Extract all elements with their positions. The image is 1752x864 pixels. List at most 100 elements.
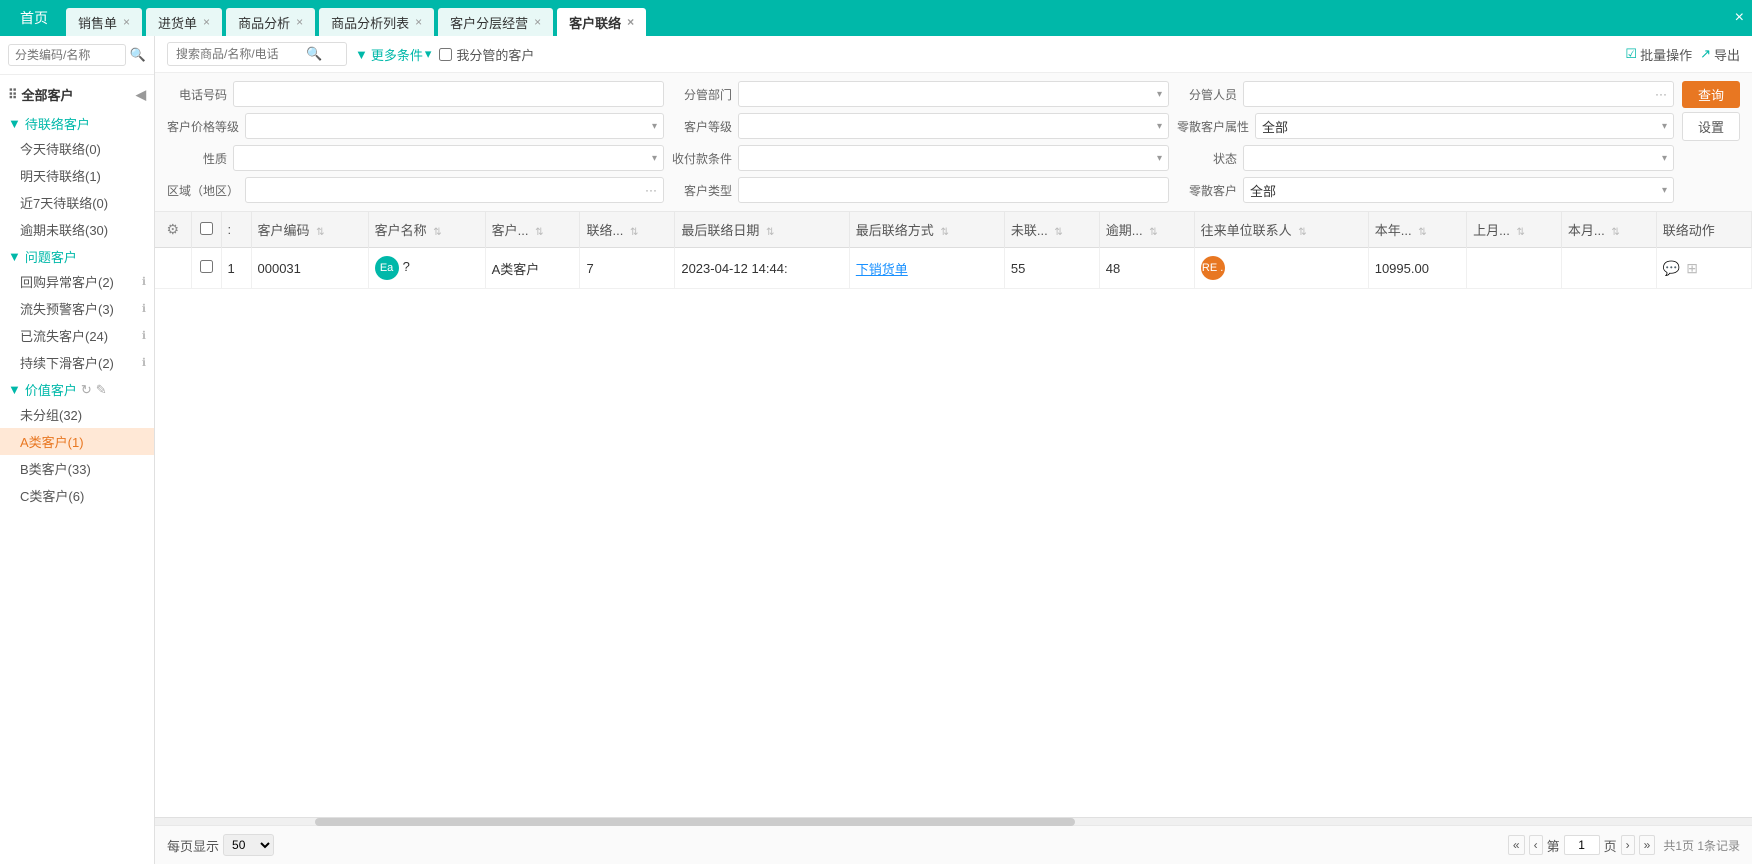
table-header-last-way[interactable]: 最后联络方式 ⇅ (849, 212, 1004, 248)
sidebar-item-c-class[interactable]: C类客户(6) (0, 482, 154, 509)
price-level-select[interactable]: ▾ (245, 113, 664, 139)
table-container: ⚙ : 客户编码 ⇅ 客户名称 ⇅ (155, 212, 1752, 817)
search-icon[interactable]: 🔍 (306, 46, 322, 62)
tab-sales[interactable]: 销售单 × (66, 8, 142, 36)
batch-icon: ☑ (1625, 46, 1637, 62)
close-icon[interactable]: × (123, 15, 130, 29)
page-first-btn[interactable]: « (1508, 835, 1525, 855)
tab-home[interactable]: 首页 (4, 0, 64, 36)
table-header-last-date[interactable]: 最后联络日期 ⇅ (675, 212, 849, 248)
tab-purchase[interactable]: 进货单 × (146, 8, 222, 36)
page-next-btn[interactable]: › (1621, 835, 1635, 855)
sidebar-all-customers[interactable]: ⠿ 全部客户 ◀ (0, 79, 154, 110)
close-icon[interactable]: × (296, 15, 303, 29)
last-contact-way-link[interactable]: 下销货单 (856, 262, 908, 277)
table-header-seq: : (221, 212, 251, 248)
edit-icon[interactable]: ✎ (96, 382, 107, 398)
sidebar-item-a-class[interactable]: A类客户(1) (0, 428, 154, 455)
table-header-contact-count[interactable]: 联络... ⇅ (580, 212, 675, 248)
phone-input[interactable] (233, 81, 664, 107)
sidebar: 🔍 ⠿ 全部客户 ◀ ▼ 待联络客户 今天待联络(0) 明天待联络(1) 近7天… (0, 36, 155, 864)
manager-input[interactable]: ··· (1243, 81, 1674, 107)
horizontal-scrollbar[interactable] (155, 817, 1752, 825)
total-records-label: 共1页 1条记录 (1663, 837, 1740, 854)
select-all-checkbox[interactable] (200, 222, 213, 235)
page-last-btn[interactable]: » (1639, 835, 1656, 855)
tab-goods-analysis-list[interactable]: 商品分析列表 × (319, 8, 434, 36)
retail-attr-select[interactable]: 全部 ▾ (1255, 113, 1674, 139)
sidebar-item-b-class[interactable]: B类客户(33) (0, 455, 154, 482)
customer-level-select[interactable]: ▾ (738, 113, 1169, 139)
sidebar-search-input[interactable] (8, 44, 126, 66)
table-header-last-month[interactable]: 上月... ⇅ (1467, 212, 1562, 248)
table-header-this-month[interactable]: 本月... ⇅ (1561, 212, 1656, 248)
region-input[interactable]: ··· (245, 177, 664, 203)
close-icon[interactable]: × (534, 15, 541, 29)
table-header-name[interactable]: 客户名称 ⇅ (368, 212, 485, 248)
close-icon[interactable]: × (627, 15, 634, 29)
retail-select[interactable]: 全部 ▾ (1243, 177, 1674, 203)
sidebar-item-declining[interactable]: 持续下滑客户(2) ℹ (0, 349, 154, 376)
sidebar-group-problem[interactable]: ▼ 问题客户 (0, 243, 154, 268)
sidebar-item-churned[interactable]: 已流失客户(24) ℹ (0, 322, 154, 349)
row-checkbox[interactable] (200, 260, 213, 273)
filter-row-4: 区域（地区） ··· 客户类型 零散客户 全部 (167, 177, 1674, 203)
tab-customer-segment[interactable]: 客户分层经营 × (438, 8, 553, 36)
sort-icon: ⇅ (1149, 227, 1157, 238)
more-conditions-btn[interactable]: ▼ 更多条件 ▾ (355, 45, 431, 64)
sidebar-item-tomorrow[interactable]: 明天待联络(1) (0, 162, 154, 189)
page-size-select[interactable]: 50 100 200 (223, 834, 274, 856)
nature-select[interactable]: ▾ (233, 145, 664, 171)
query-button[interactable]: 查询 (1682, 81, 1740, 108)
row-code: 000031 (251, 248, 368, 289)
top-right-actions: ☑ 批量操作 ↗ 导出 (1625, 45, 1740, 64)
refresh-icon[interactable]: ↻ (81, 382, 92, 398)
table-header-code[interactable]: 客户编码 ⇅ (251, 212, 368, 248)
chat-icon[interactable]: 💬 (1663, 260, 1680, 277)
setting-button[interactable]: 设置 (1682, 112, 1740, 141)
table-header-not-contact[interactable]: 未联... ⇅ (1004, 212, 1099, 248)
table-header-level[interactable]: 客户... ⇅ (485, 212, 580, 248)
sidebar-search-icon[interactable]: 🔍 (130, 47, 146, 63)
row-checkbox-cell[interactable] (191, 248, 221, 289)
my-customers-checkbox[interactable]: 我分管的客户 (439, 45, 534, 64)
sidebar-group-pending[interactable]: ▼ 待联络客户 (0, 110, 154, 135)
page-prev-btn[interactable]: ‹ (1529, 835, 1543, 855)
payment-select[interactable]: ▾ (738, 145, 1169, 171)
tab-customer-contact[interactable]: 客户联络 × (557, 8, 646, 36)
sidebar-item-repurchase-abnormal[interactable]: 回购异常客户(2) ℹ (0, 268, 154, 295)
table-header-checkbox[interactable] (191, 212, 221, 248)
sidebar-item-today[interactable]: 今天待联络(0) (0, 135, 154, 162)
sidebar-item-ungroup[interactable]: 未分组(32) (0, 401, 154, 428)
sidebar-item-churn-warning[interactable]: 流失预警客户(3) ℹ (0, 295, 154, 322)
my-customers-check[interactable] (439, 48, 452, 61)
row-this-month (1561, 248, 1656, 289)
customer-level-label: 客户等级 (672, 118, 732, 135)
row-level: A类客户 (485, 248, 580, 289)
close-icon[interactable]: × (203, 15, 210, 29)
global-close-icon[interactable]: × (1735, 9, 1744, 27)
export-btn[interactable]: ↗ 导出 (1700, 45, 1740, 64)
table-header-contacts[interactable]: 往来单位联系人 ⇅ (1194, 212, 1368, 248)
page-number-input[interactable] (1564, 835, 1600, 855)
scrollbar-thumb[interactable] (315, 818, 1075, 826)
table-header-gear[interactable]: ⚙ (155, 212, 191, 248)
collapse-icon[interactable]: ◀ (136, 87, 146, 103)
sort-icon: ⇅ (1418, 227, 1426, 238)
info-icon: ℹ (142, 356, 146, 369)
row-last-way[interactable]: 下销货单 (849, 248, 1004, 289)
batch-operation-btn[interactable]: ☑ 批量操作 (1625, 45, 1692, 64)
dept-select[interactable]: ▾ (738, 81, 1169, 107)
sidebar-group-value[interactable]: ▼ 价值客户 ↻ ✎ (0, 376, 154, 401)
customer-type-input[interactable] (738, 177, 1169, 203)
tab-goods-analysis[interactable]: 商品分析 × (226, 8, 315, 36)
qr-icon[interactable]: ⊞ (1686, 260, 1698, 277)
status-select[interactable]: ▾ (1243, 145, 1674, 171)
filter-search-input[interactable] (176, 47, 306, 61)
sidebar-item-7days[interactable]: 近7天待联络(0) (0, 189, 154, 216)
filter-nature: 性质 ▾ (167, 145, 664, 171)
sidebar-item-overdue[interactable]: 逾期未联络(30) (0, 216, 154, 243)
close-icon[interactable]: × (415, 15, 422, 29)
table-header-this-year[interactable]: 本年... ⇅ (1368, 212, 1466, 248)
table-header-overdue[interactable]: 逾期... ⇅ (1099, 212, 1194, 248)
